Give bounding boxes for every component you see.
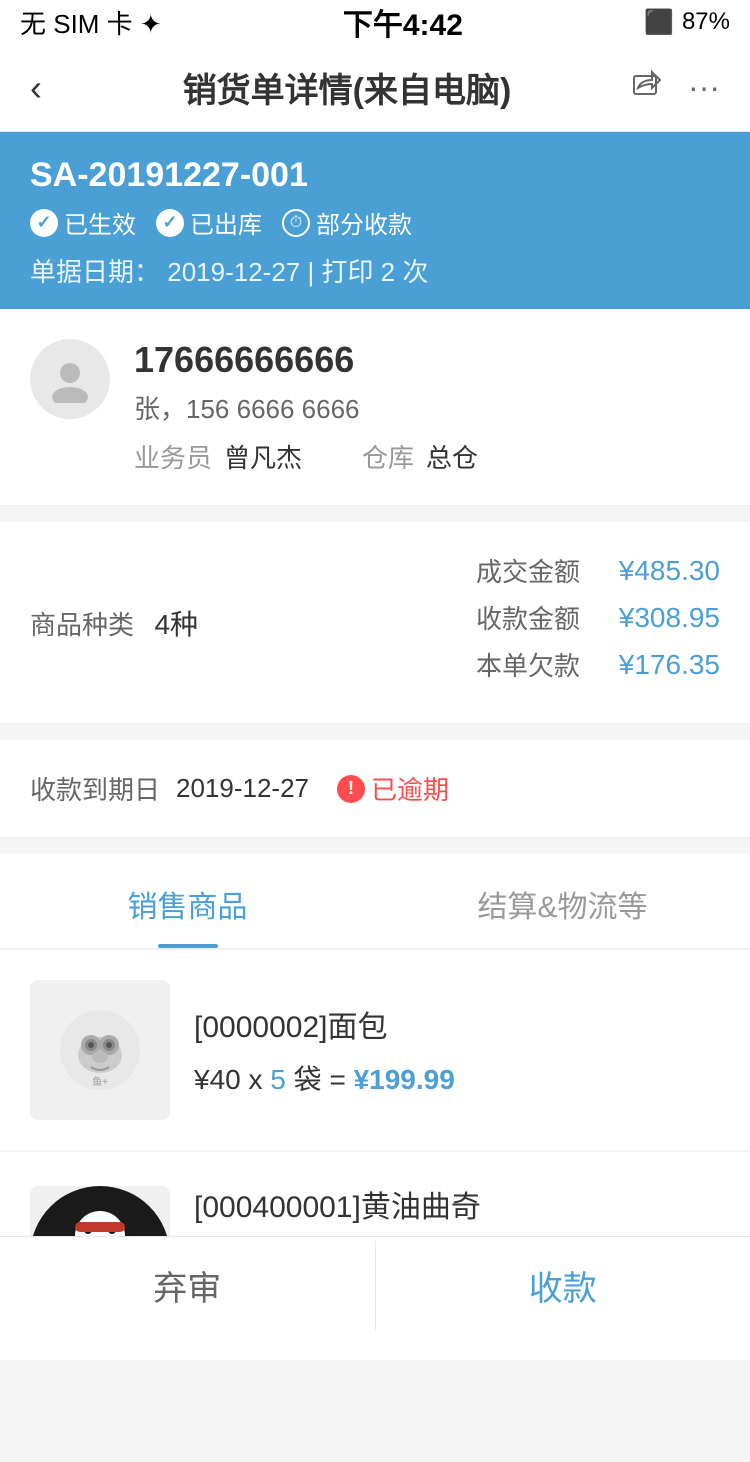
warehouse-label: 仓库 [362,438,414,475]
avatar [30,339,110,419]
owed-label: 本单欠款 [476,646,580,683]
tab-settlement[interactable]: 结算&物流等 [375,854,750,948]
svg-text:鱼+: 鱼+ [92,1075,108,1088]
received-line: 收款金额 ¥308.95 [476,599,720,636]
header-badges: ✓ 已生效 ✓ 已出库 ⏱ 部分收款 [30,205,720,240]
share-icon[interactable] [632,68,664,108]
clock-icon: ⏱ [282,209,310,237]
warehouse-value: 总仓 [426,438,478,475]
order-id: SA-20191227-001 [30,156,720,195]
confirm-button[interactable]: 收款 [376,1241,750,1330]
status-left: 无 SIM 卡 ✦ [20,4,162,41]
customer-id: 17666666666 [134,339,720,381]
status-time: 下午4:42 [343,0,463,44]
tabs: 销售商品 结算&物流等 [0,854,750,950]
header-banner: SA-20191227-001 ✓ 已生效 ✓ 已出库 ⏱ 部分收款 单据日期：… [0,132,750,309]
customer-section: 17666666666 张，156 6666 6666 业务员 曾凡杰 仓库 总… [0,309,750,506]
due-date: 2019-12-27 [176,773,309,804]
check-icon-shipped: ✓ [156,209,184,237]
received-value: ¥308.95 [600,602,720,634]
received-label: 收款金额 [476,599,580,636]
product-price-1: ¥40 x 5 袋 = ¥199.99 [194,1058,720,1098]
battery-icon: ⬛ [644,8,674,37]
owed-line: 本单欠款 ¥176.35 [476,646,720,683]
tab-products[interactable]: 销售商品 [0,854,375,948]
product-name-1: [0000002]面包 [194,1002,720,1046]
product-type-area: 商品种类 4种 [30,603,198,643]
deal-amount-label: 成交金额 [476,552,580,589]
back-button[interactable]: ‹ [30,67,42,109]
customer-meta: 业务员 曾凡杰 仓库 总仓 [134,438,720,475]
nav-bar: ‹ 销货单详情(来自电脑) ··· [0,44,750,132]
product-name-2: [000400001]黄油曲奇 [194,1182,720,1226]
sales-rep-item: 业务员 曾凡杰 [134,438,302,475]
nav-actions: ··· [632,68,720,108]
customer-info: 17666666666 张，156 6666 6666 业务员 曾凡杰 仓库 总… [134,339,720,475]
due-section: 收款到期日 2019-12-27 ! 已逾期 [0,740,750,838]
sales-rep-label: 业务员 [134,438,212,475]
product-qty-1: 5 [270,1064,286,1095]
bottom-toolbar: 弃审 收款 [0,1236,750,1334]
deal-amount-line: 成交金额 ¥485.30 [476,552,720,589]
summary-row: 商品种类 4种 成交金额 ¥485.30 收款金额 ¥308.95 本单欠款 ¥… [30,552,720,693]
cancel-button[interactable]: 弃审 [0,1241,376,1330]
amounts-area: 成交金额 ¥485.30 收款金额 ¥308.95 本单欠款 ¥176.35 [476,552,720,693]
overdue-badge: ! 已逾期 [325,766,461,811]
warehouse-item: 仓库 总仓 [362,438,478,475]
product-total-1: ¥199.99 [354,1064,455,1095]
product-details-1: [0000002]面包 ¥40 x 5 袋 = ¥199.99 [194,1002,720,1098]
list-item: 鱼+ [0000002]面包 ¥40 x 5 袋 = ¥199.99 [0,950,750,1150]
product-count: 4种 [154,609,198,640]
status-right: ⬛ 87% [644,8,730,37]
product-thumb-1: 鱼+ [30,980,170,1120]
overdue-text: 已逾期 [371,770,449,807]
badge-shipped: ✓ 已出库 [156,205,262,240]
summary-section: 商品种类 4种 成交金额 ¥485.30 收款金额 ¥308.95 本单欠款 ¥… [0,522,750,724]
badge-partial: ⏱ 部分收款 [282,205,412,240]
status-bar: 无 SIM 卡 ✦ 下午4:42 ⬛ 87% [0,0,750,44]
owed-value: ¥176.35 [600,649,720,681]
deal-amount-value: ¥485.30 [600,555,720,587]
check-icon-active: ✓ [30,209,58,237]
due-label: 收款到期日 [30,770,160,807]
header-date: 单据日期： 2019-12-27 | 打印 2 次 [30,252,720,289]
product-type-label: 商品种类 [30,610,134,640]
overdue-icon: ! [337,775,365,803]
more-icon[interactable]: ··· [688,69,720,106]
customer-name-phone: 张，156 6666 6666 [134,389,720,426]
sales-rep-value: 曾凡杰 [224,438,302,475]
badge-active: ✓ 已生效 [30,205,136,240]
page-title: 销货单详情(来自电脑) [62,63,632,112]
